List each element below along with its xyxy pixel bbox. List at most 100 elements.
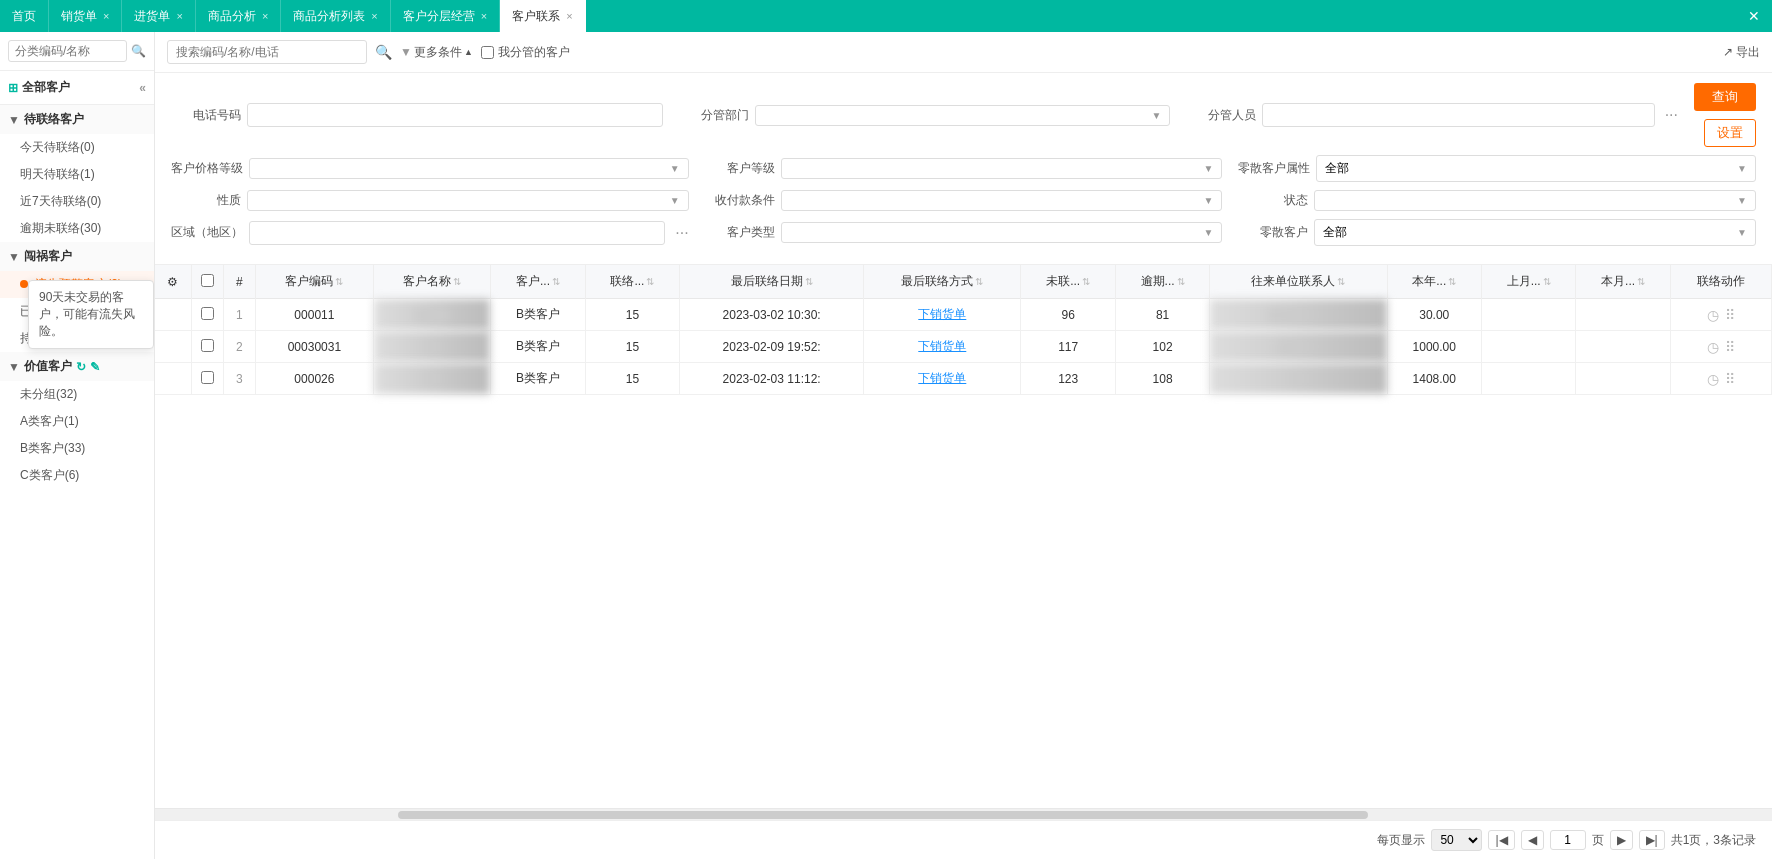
filter-select-gender[interactable]: ▼ <box>247 190 689 211</box>
th-contact[interactable]: 联络...⇅ <box>585 265 679 299</box>
cell-last-way-0[interactable]: 下销货单 <box>864 299 1021 331</box>
th-unit-contact[interactable]: 往来单位联系人⇅ <box>1210 265 1387 299</box>
row-checkbox-0[interactable] <box>201 307 214 320</box>
refresh-icon[interactable]: ↻ <box>76 360 86 374</box>
more-action-icon-0[interactable]: ⠿ <box>1725 307 1735 323</box>
filter-search-input[interactable] <box>167 40 367 64</box>
th-check[interactable] <box>191 265 223 299</box>
tab-customer-contact-close[interactable]: × <box>566 10 572 22</box>
tab-goods-list[interactable]: 商品分析列表 × <box>281 0 390 32</box>
select-all-checkbox[interactable] <box>201 274 214 287</box>
row-checkbox-2[interactable] <box>201 371 214 384</box>
th-overdue[interactable]: 逾期...⇅ <box>1115 265 1209 299</box>
table-row: 3 000026 ██ B类客户 15 2023-02-03 11:12: 下销… <box>155 363 1772 395</box>
window-close-button[interactable]: ✕ <box>1748 8 1772 24</box>
sidebar-group-value[interactable]: ▼ 价值客户 ↻ ✎ <box>0 352 154 381</box>
scrollbar-thumb[interactable] <box>398 811 1368 819</box>
tab-sales-close[interactable]: × <box>103 10 109 22</box>
tab-home[interactable]: 首页 <box>0 0 49 32</box>
page-number-input[interactable] <box>1550 830 1586 850</box>
first-page-button[interactable]: |◀ <box>1488 830 1514 850</box>
sidebar-search-input[interactable] <box>8 40 127 62</box>
cell-last-month-1 <box>1481 331 1575 363</box>
filter-select-status[interactable]: ▼ <box>1314 190 1756 211</box>
tab-customer-layer[interactable]: 客户分层经营 × <box>391 0 500 32</box>
filter-select-cust-type[interactable]: ▼ <box>781 222 1223 243</box>
contact-action-icon-2[interactable]: ◷ <box>1707 371 1719 387</box>
tab-goods-analysis[interactable]: 商品分析 × <box>196 0 281 32</box>
edit-icon[interactable]: ✎ <box>90 360 100 374</box>
collapse-icon[interactable]: « <box>139 81 146 95</box>
sidebar-item-today-pending[interactable]: 今天待联络(0) <box>0 134 154 161</box>
filter-select-retail-cust[interactable]: 全部 ▼ <box>1314 219 1756 246</box>
cell-check-2[interactable] <box>191 363 223 395</box>
th-last-way[interactable]: 最后联络方式⇅ <box>864 265 1021 299</box>
last-page-button[interactable]: ▶| <box>1639 830 1665 850</box>
filter-select-retail-attr[interactable]: 全部 ▼ <box>1316 155 1756 182</box>
sidebar-item-type-a[interactable]: A类客户(1) <box>0 408 154 435</box>
filter-select-price-level[interactable]: ▼ <box>249 158 689 179</box>
sidebar-item-type-b[interactable]: B类客户(33) <box>0 435 154 462</box>
filter-field-gender: 性质 ▼ <box>171 190 689 211</box>
tab-purchase[interactable]: 进货单 × <box>122 0 195 32</box>
tab-sales[interactable]: 销货单 × <box>49 0 122 32</box>
sidebar-item-ungrouped[interactable]: 未分组(32) <box>0 381 154 408</box>
sidebar-group-pending[interactable]: ▼ 待联络客户 <box>0 105 154 134</box>
my-customers-checkbox[interactable] <box>481 46 494 59</box>
my-customers-checkbox-label[interactable]: 我分管的客户 <box>481 44 570 61</box>
tab-goods-analysis-close[interactable]: × <box>262 10 268 22</box>
cell-gear-2 <box>155 363 191 395</box>
prev-page-button[interactable]: ◀ <box>1521 830 1544 850</box>
filter-search-icon[interactable]: 🔍 <box>375 44 392 60</box>
cell-last-way-1[interactable]: 下销货单 <box>864 331 1021 363</box>
filter-select-dept[interactable]: ▼ <box>755 105 1171 126</box>
next-page-button[interactable]: ▶ <box>1610 830 1633 850</box>
th-code[interactable]: 客户编码⇅ <box>256 265 374 299</box>
more-icon-region[interactable]: ··· <box>675 224 688 242</box>
sidebar-item-overdue-contact[interactable]: 逾期未联络(30) <box>0 215 154 242</box>
tab-customer-layer-close[interactable]: × <box>481 10 487 22</box>
chevron-down-icon-3: ▼ <box>1203 163 1213 174</box>
th-gear[interactable]: ⚙ <box>155 265 191 299</box>
tab-goods-list-close[interactable]: × <box>371 10 377 22</box>
sidebar-group-churn[interactable]: ▼ 闯祸客户 <box>0 242 154 271</box>
per-page-select[interactable]: 50 20 100 <box>1431 829 1482 851</box>
more-action-icon-1[interactable]: ⠿ <box>1725 339 1735 355</box>
filter-input-person[interactable] <box>1262 103 1654 127</box>
cell-check-0[interactable] <box>191 299 223 331</box>
sidebar-item-tomorrow-pending[interactable]: 明天待联络(1) <box>0 161 154 188</box>
contact-action-icon-0[interactable]: ◷ <box>1707 307 1719 323</box>
contact-action-icon-1[interactable]: ◷ <box>1707 339 1719 355</box>
sidebar-all-customers[interactable]: ⊞ 全部客户 « <box>0 71 154 105</box>
row-checkbox-1[interactable] <box>201 339 214 352</box>
more-icon-person[interactable]: ··· <box>1665 106 1678 124</box>
sidebar-item-7days-pending[interactable]: 近7天待联络(0) <box>0 188 154 215</box>
th-this-year[interactable]: 本年...⇅ <box>1387 265 1481 299</box>
th-last-month[interactable]: 上月...⇅ <box>1481 265 1575 299</box>
setting-button[interactable]: 设置 <box>1704 119 1756 147</box>
th-last-date[interactable]: 最后联络日期⇅ <box>680 265 864 299</box>
th-type[interactable]: 客户...⇅ <box>491 265 585 299</box>
export-button[interactable]: ↗ 导出 <box>1723 44 1760 61</box>
filter-input-region[interactable] <box>249 221 665 245</box>
more-action-icon-2[interactable]: ⠿ <box>1725 371 1735 387</box>
th-type-label: 客户... <box>516 274 550 288</box>
cell-last-way-2[interactable]: 下销货单 <box>864 363 1021 395</box>
more-filter-button[interactable]: ▼ 更多条件 ▲ <box>400 44 473 61</box>
query-button[interactable]: 查询 <box>1694 83 1756 111</box>
th-name[interactable]: 客户名称⇅ <box>373 265 491 299</box>
sidebar-search-icon[interactable]: 🔍 <box>131 44 146 58</box>
filter-select-level[interactable]: ▼ <box>781 158 1223 179</box>
filter-label-retail-attr: 零散客户属性 <box>1238 160 1310 177</box>
tab-customer-contact[interactable]: 客户联系 × <box>500 0 585 32</box>
filter-select-payment[interactable]: ▼ <box>781 190 1223 211</box>
sidebar-item-type-c[interactable]: C类客户(6) <box>0 462 154 489</box>
horizontal-scrollbar[interactable] <box>155 808 1772 820</box>
th-this-month[interactable]: 本月...⇅ <box>1576 265 1670 299</box>
th-uncontact[interactable]: 未联...⇅ <box>1021 265 1115 299</box>
sort-icon-this-year: ⇅ <box>1448 276 1456 287</box>
tab-purchase-close[interactable]: × <box>176 10 182 22</box>
filter-input-phone[interactable] <box>247 103 663 127</box>
filter-label-payment: 收付款条件 <box>705 192 775 209</box>
cell-check-1[interactable] <box>191 331 223 363</box>
